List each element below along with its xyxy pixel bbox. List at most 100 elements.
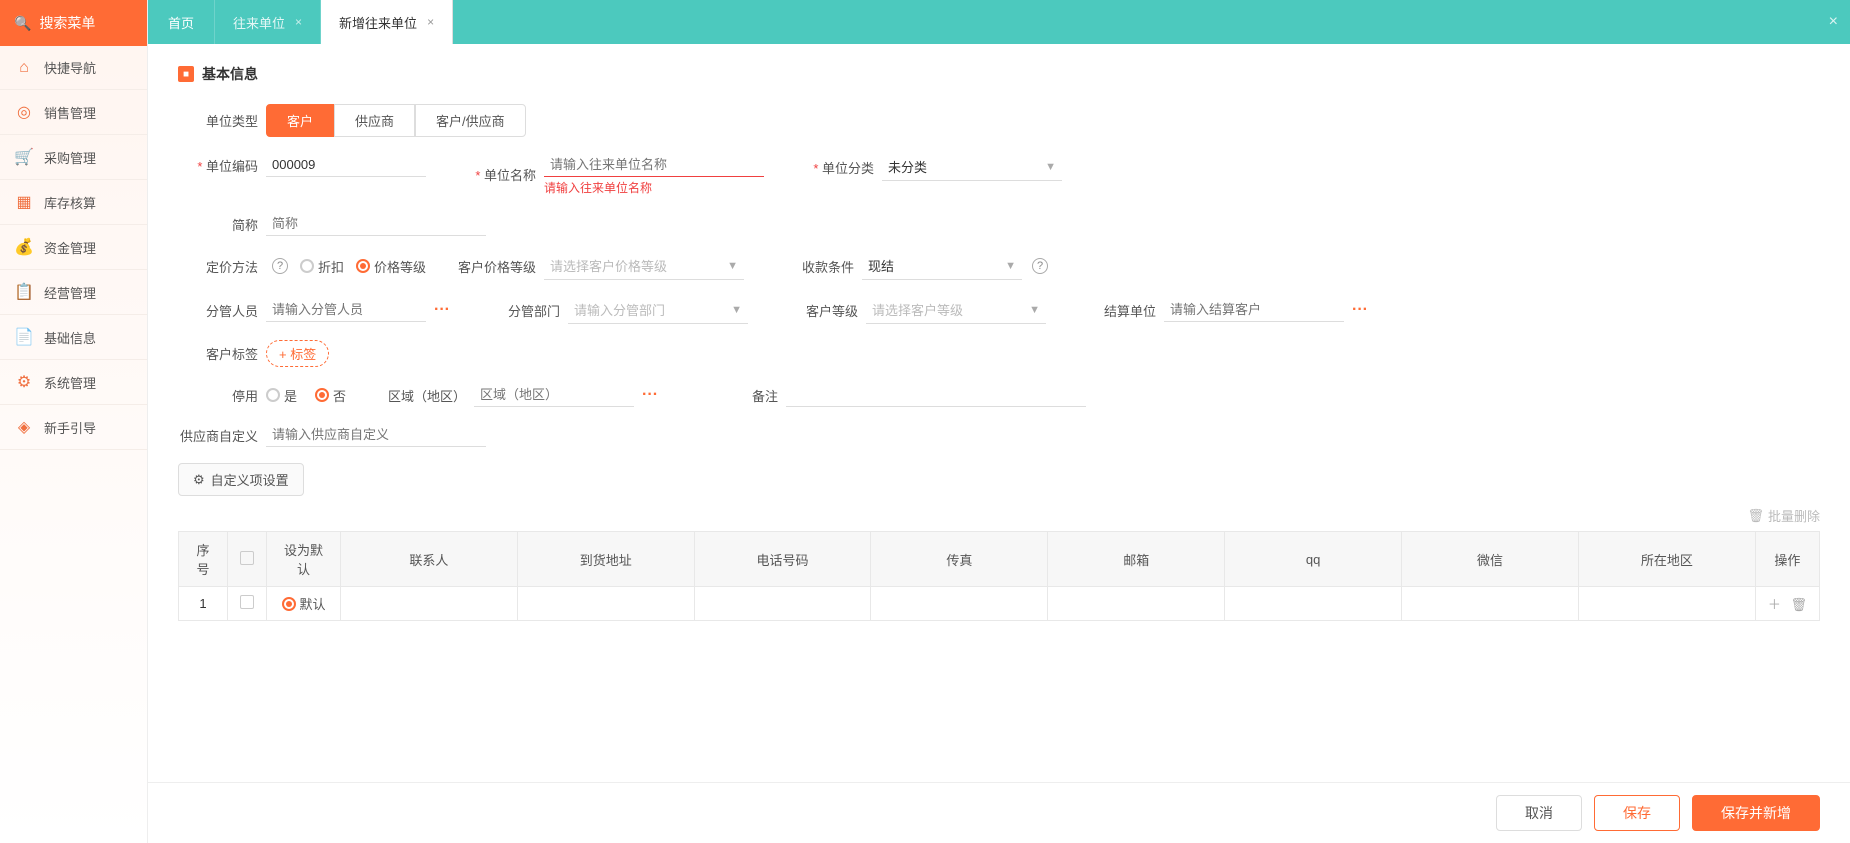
address-input[interactable] [530,596,682,611]
operations-icon: 📋 [14,282,34,302]
form-content: ■ 基本信息 单位类型 客户 供应商 客户/供应商 单位编码 [148,44,1850,782]
payment-terms-select[interactable]: 现结 ▼ [862,252,1022,280]
sidebar-item-system[interactable]: ⚙ 系统管理 [0,360,147,405]
row-checkbox[interactable] [240,595,254,609]
close-all-tabs[interactable]: × [1829,13,1838,31]
cell-fax[interactable] [871,587,1048,621]
short-name-input[interactable] [266,212,486,236]
col-phone: 电话号码 [694,532,871,587]
col-wechat: 微信 [1402,532,1579,587]
tag-row: 客户标签 + 标签 [178,340,1820,367]
type-btn-both[interactable]: 客户/供应商 [415,104,526,137]
department-select[interactable]: 请输入分管部门 ▼ [568,296,748,324]
section-title-text: 基本信息 [202,64,258,84]
settlement-input[interactable] [1164,298,1344,322]
delete-row-btn[interactable]: 🗑 [1790,597,1807,612]
fax-input[interactable] [883,596,1035,611]
pricing-help-icon[interactable]: ? [272,258,288,274]
cell-contact[interactable] [340,587,517,621]
wechat-input[interactable] [1414,596,1566,611]
manager-input[interactable] [266,298,426,322]
customer-level-select[interactable]: 请选择客户等级 ▼ [866,296,1046,324]
sidebar-item-guide[interactable]: ◈ 新手引导 [0,405,147,450]
radio-yes[interactable]: 是 [266,386,297,405]
short-name-field: 简称 [178,212,1820,236]
unit-type-row: 单位类型 客户 供应商 客户/供应商 [178,104,1820,137]
batch-delete-button[interactable]: 🗑 批量删除 [1747,506,1820,525]
payment-terms-value: 现结 [868,256,894,275]
tab-partners-close[interactable]: × [295,16,302,28]
qq-input[interactable] [1237,596,1389,611]
tab-new-partner[interactable]: 新增往来单位 × [321,0,453,44]
tag-label: 客户标签 [178,344,258,363]
batch-delete-icon: 🗑 [1747,508,1764,524]
notes-label: 备注 [698,386,778,405]
custom-settings-container: ⚙ 自定义项设置 [178,463,1820,496]
unit-code-input[interactable] [266,153,426,177]
tab-new-partner-close[interactable]: × [427,16,434,28]
sidebar-item-sales[interactable]: ◎ 销售管理 [0,90,147,135]
email-input[interactable] [1060,596,1212,611]
custom-settings-button[interactable]: ⚙ 自定义项设置 [178,463,304,496]
col-qq: qq [1225,532,1402,587]
col-action: 操作 [1755,532,1819,587]
sidebar-item-purchase[interactable]: 🛒 采购管理 [0,135,147,180]
cell-email[interactable] [1048,587,1225,621]
sidebar-item-finance[interactable]: 💰 资金管理 [0,225,147,270]
tab-partners-label: 往来单位 [233,13,285,32]
customer-level-chevron: ▼ [1029,304,1040,316]
customer-price-level-select[interactable]: 请选择客户价格等级 ▼ [544,252,744,280]
unit-category-select[interactable]: 未分类 ▼ [882,153,1062,181]
radio-discount[interactable]: 折扣 [300,257,344,276]
notes-input[interactable] [786,383,1086,407]
supplier-custom-input[interactable] [266,423,486,447]
region-dots[interactable]: ··· [642,386,658,404]
tab-home[interactable]: 首页 [148,0,215,44]
sidebar-search[interactable]: 🔍 搜索菜单 [0,0,147,46]
save-button[interactable]: 保存 [1594,795,1680,831]
tab-new-partner-label: 新增往来单位 [339,13,417,32]
settlement-dots[interactable]: ··· [1352,301,1368,319]
type-btn-supplier[interactable]: 供应商 [334,104,415,137]
sidebar-item-operations[interactable]: 📋 经营管理 [0,270,147,315]
radio-price-level[interactable]: 价格等级 [356,257,426,276]
sidebar-item-label: 新手引导 [44,418,96,437]
row-region-input[interactable] [1591,596,1743,611]
radio-no[interactable]: 否 [315,386,346,405]
type-btn-customer[interactable]: 客户 [266,104,334,137]
row-default-radio[interactable]: 默认 [282,594,326,613]
payment-terms-help[interactable]: ? [1032,258,1048,274]
customer-price-level-placeholder: 请选择客户价格等级 [550,256,667,275]
tag-field: 客户标签 + 标签 [178,340,1820,367]
select-all-checkbox[interactable] [240,551,254,565]
department-field: 分管部门 请输入分管部门 ▼ [480,296,748,324]
sidebar-item-basic[interactable]: 📄 基础信息 [0,315,147,360]
add-row-btn[interactable]: ＋ [1768,597,1781,612]
cell-qq[interactable] [1225,587,1402,621]
cell-address[interactable] [517,587,694,621]
sidebar-item-inventory[interactable]: ▦ 库存核算 [0,180,147,225]
contact-input[interactable] [353,596,505,611]
manager-dots[interactable]: ··· [434,301,450,319]
sidebar-item-label: 经营管理 [44,283,96,302]
cell-region[interactable] [1578,587,1755,621]
radio-price-level-label: 价格等级 [374,257,426,276]
phone-input[interactable] [707,596,859,611]
sidebar-item-label: 销售管理 [44,103,96,122]
add-tag-button[interactable]: + 标签 [266,340,329,367]
col-fax: 传真 [871,532,1048,587]
region-input[interactable] [474,383,634,407]
customer-price-level-chevron: ▼ [727,260,738,272]
unit-name-input[interactable] [544,153,764,177]
cancel-button[interactable]: 取消 [1496,795,1582,831]
save-new-button[interactable]: 保存并新增 [1692,795,1820,831]
radio-no-circle [315,388,329,402]
sidebar-item-quick-nav[interactable]: ⌂ 快捷导航 [0,46,147,90]
col-seq: 序号 [179,532,228,587]
finance-icon: 💰 [14,237,34,257]
cell-phone[interactable] [694,587,871,621]
cell-wechat[interactable] [1402,587,1579,621]
tab-partners[interactable]: 往来单位 × [215,0,321,44]
payment-terms-label: 收款条件 [774,257,854,276]
contact-table-container: 🗑 批量删除 序号 设为默认 联系人 到货地址 电话号码 传真 [178,506,1820,621]
